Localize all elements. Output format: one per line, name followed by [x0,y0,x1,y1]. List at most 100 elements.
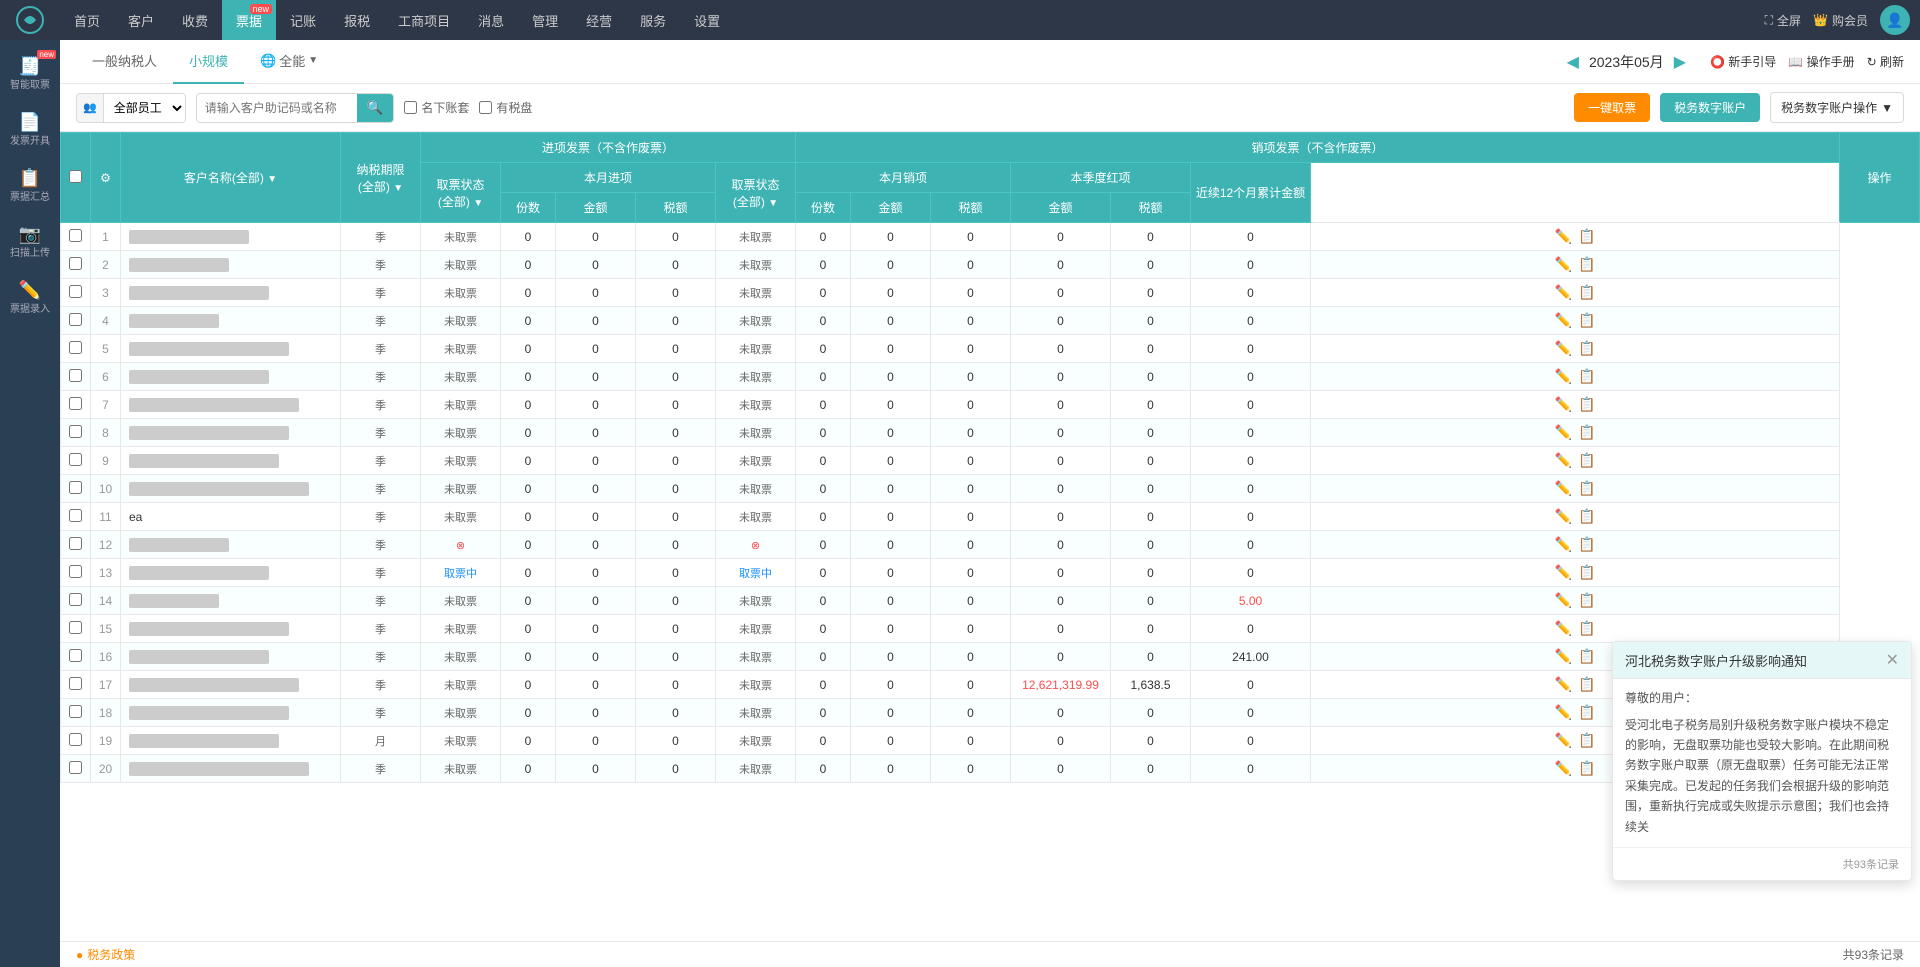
nav-accounting[interactable]: 记账 [276,0,330,40]
row-checkbox[interactable] [69,397,82,410]
copy-icon[interactable]: 📋 [1578,452,1595,469]
sidebar-item-invoice-open[interactable]: 📄 发票开具 [2,104,58,156]
copy-icon[interactable]: 📋 [1578,256,1595,273]
copy-icon[interactable]: 📋 [1578,564,1595,581]
row-checkbox[interactable] [69,341,82,354]
nav-messages[interactable]: 消息 [464,0,518,40]
copy-icon[interactable]: 📋 [1578,676,1595,693]
copy-icon[interactable]: 📋 [1578,396,1595,413]
nav-billing[interactable]: 收费 [168,0,222,40]
edit-icon[interactable]: ✏️ [1555,480,1572,497]
subordinate-checkbox[interactable] [404,101,417,114]
select-all-checkbox[interactable] [69,170,82,183]
copy-icon[interactable]: 📋 [1578,704,1595,721]
edit-icon[interactable]: ✏️ [1555,704,1572,721]
copy-icon[interactable]: 📋 [1578,648,1595,665]
row-checkbox[interactable] [69,649,82,662]
copy-icon[interactable]: 📋 [1578,620,1595,637]
tax-disk-checkbox-label[interactable]: 有税盘 [479,99,532,116]
row-checkbox[interactable] [69,733,82,746]
copy-icon[interactable]: 📋 [1578,340,1595,357]
copy-icon[interactable]: 📋 [1578,312,1595,329]
edit-icon[interactable]: ✏️ [1555,592,1572,609]
row-checkbox[interactable] [69,761,82,774]
edit-icon[interactable]: ✏️ [1555,760,1572,777]
new-guide-link[interactable]: ⭕ 新手引导 [1710,53,1776,70]
user-avatar[interactable]: 👤 [1880,5,1910,35]
row-checkbox[interactable] [69,481,82,494]
tax-disk-checkbox[interactable] [479,101,492,114]
nav-settings[interactable]: 设置 [680,0,734,40]
row-checkbox[interactable] [69,537,82,550]
row-checkbox[interactable] [69,313,82,326]
edit-icon[interactable]: ✏️ [1555,648,1572,665]
edit-icon[interactable]: ✏️ [1555,732,1572,749]
row-checkbox[interactable] [69,593,82,606]
edit-icon[interactable]: ✏️ [1555,508,1572,525]
nav-service[interactable]: 服务 [626,0,680,40]
copy-icon[interactable]: 📋 [1578,228,1595,245]
row-checkbox[interactable] [69,257,82,270]
copy-icon[interactable]: 📋 [1578,368,1595,385]
copy-icon[interactable]: 📋 [1578,424,1595,441]
sidebar-item-smart-fetch[interactable]: 🧾 智能取票 new [2,48,58,100]
subordinate-checkbox-label[interactable]: 名下账套 [404,99,469,116]
prev-month-btn[interactable]: ◀ [1567,52,1579,72]
digital-account-btn[interactable]: 税务数字账户 [1660,93,1760,122]
refresh-link[interactable]: ↻ 刷新 [1867,53,1904,70]
edit-icon[interactable]: ✏️ [1555,676,1572,693]
sidebar-item-invoice-entry[interactable]: ✏️ 票据录入 [2,272,58,324]
copy-icon[interactable]: 📋 [1578,592,1595,609]
copy-icon[interactable]: 📋 [1578,480,1595,497]
row-checkbox[interactable] [69,369,82,382]
next-month-btn[interactable]: ▶ [1674,52,1686,72]
copy-icon[interactable]: 📋 [1578,732,1595,749]
sidebar-item-scan-upload[interactable]: 📷 扫描上传 [2,216,58,268]
search-button[interactable]: 🔍 [357,93,394,123]
row-checkbox[interactable] [69,285,82,298]
nav-operation[interactable]: 经营 [572,0,626,40]
edit-icon[interactable]: ✏️ [1555,536,1572,553]
nav-home[interactable]: 首页 [60,0,114,40]
tax-policy-link[interactable]: ● 税务政策 [76,946,135,963]
edit-icon[interactable]: ✏️ [1555,564,1572,581]
row-checkbox[interactable] [69,705,82,718]
nav-tax[interactable]: 报税 [330,0,384,40]
tab-general-taxpayer[interactable]: 一般纳税人 [76,40,173,84]
edit-icon[interactable]: ✏️ [1555,340,1572,357]
row-checkbox[interactable] [69,453,82,466]
row-checkbox[interactable] [69,677,82,690]
staff-select[interactable]: 全部员工 [104,93,185,123]
copy-icon[interactable]: 📋 [1578,508,1595,525]
nav-management[interactable]: 管理 [518,0,572,40]
sidebar-item-invoice-summary[interactable]: 📋 票据汇总 [2,160,58,212]
edit-icon[interactable]: ✏️ [1555,368,1572,385]
manual-link[interactable]: 📖 操作手册 [1788,53,1854,70]
edit-icon[interactable]: ✏️ [1555,256,1572,273]
fullscreen-btn[interactable]: ⛶ 全屏 [1765,12,1801,29]
edit-icon[interactable]: ✏️ [1555,312,1572,329]
nav-clients[interactable]: 客户 [114,0,168,40]
edit-icon[interactable]: ✏️ [1555,284,1572,301]
staff-filter[interactable]: 👥 全部员工 [76,93,186,123]
row-checkbox[interactable] [69,565,82,578]
row-checkbox[interactable] [69,621,82,634]
digital-ops-btn[interactable]: 税务数字账户操作 ▼ [1770,92,1904,123]
row-checkbox[interactable] [69,229,82,242]
tab-all[interactable]: 🌐 全能 ▼ [244,40,334,84]
tab-small-scale[interactable]: 小规模 [173,40,244,84]
edit-icon[interactable]: ✏️ [1555,424,1572,441]
edit-icon[interactable]: ✏️ [1555,452,1572,469]
one-key-fetch-btn[interactable]: 一键取票 [1574,93,1650,122]
edit-icon[interactable]: ✏️ [1555,396,1572,413]
copy-icon[interactable]: 📋 [1578,536,1595,553]
copy-icon[interactable]: 📋 [1578,284,1595,301]
nav-invoices[interactable]: 票据 new [222,0,276,40]
row-checkbox[interactable] [69,425,82,438]
copy-icon[interactable]: 📋 [1578,760,1595,777]
notif-close-btn[interactable]: ✕ [1886,650,1899,670]
edit-icon[interactable]: ✏️ [1555,620,1572,637]
nav-business[interactable]: 工商项目 [384,0,464,40]
vip-btn[interactable]: 👑 购会员 [1813,12,1868,29]
edit-icon[interactable]: ✏️ [1555,228,1572,245]
